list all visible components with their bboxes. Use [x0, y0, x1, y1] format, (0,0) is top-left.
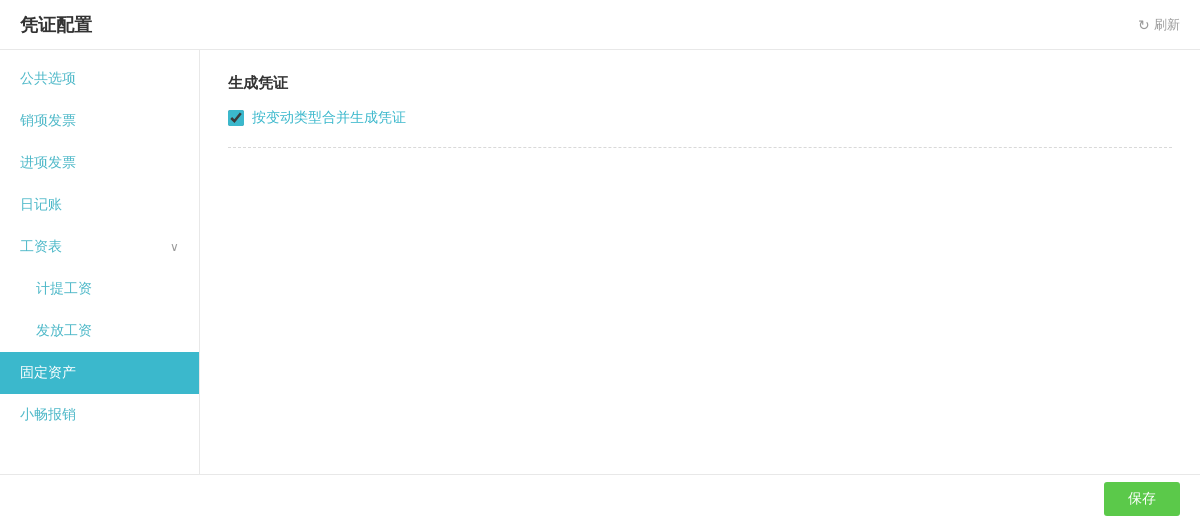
- sidebar-item-label: 公共选项: [20, 70, 76, 88]
- sidebar-item-label: 进项发票: [20, 154, 76, 172]
- sidebar-item-release-payroll[interactable]: 发放工资: [0, 310, 199, 352]
- save-button[interactable]: 保存: [1104, 482, 1180, 516]
- sidebar-item-label: 销项发票: [20, 112, 76, 130]
- refresh-button[interactable]: ↻ 刷新: [1138, 16, 1180, 34]
- sidebar-item-fixed-assets[interactable]: 固定资产: [0, 352, 199, 394]
- page-title: 凭证配置: [20, 13, 92, 37]
- refresh-icon: ↻: [1138, 17, 1150, 33]
- sidebar-item-public-options[interactable]: 公共选项: [0, 58, 199, 100]
- sidebar: 公共选项销项发票进项发票日记账工资表 ∨ 计提工资发放工资固定资产小畅报销: [0, 50, 200, 474]
- merge-by-type-checkbox[interactable]: [228, 110, 244, 126]
- page-footer: 保存: [0, 474, 1200, 522]
- sidebar-item-label: 工资表: [20, 238, 62, 256]
- main-content: 生成凭证 按变动类型合并生成凭证: [200, 50, 1200, 474]
- section-divider: [228, 147, 1172, 148]
- sidebar-item-purchase-invoice[interactable]: 进项发票: [0, 142, 199, 184]
- checkbox-row: 按变动类型合并生成凭证: [228, 109, 1172, 127]
- sidebar-item-payroll[interactable]: 工资表 ∨: [0, 226, 199, 268]
- sidebar-item-journal[interactable]: 日记账: [0, 184, 199, 226]
- sidebar-item-label: 发放工资: [36, 322, 92, 340]
- sidebar-item-label: 小畅报销: [20, 406, 76, 424]
- sidebar-item-label: 计提工资: [36, 280, 92, 298]
- sidebar-item-expense-report[interactable]: 小畅报销: [0, 394, 199, 436]
- merge-by-type-label[interactable]: 按变动类型合并生成凭证: [252, 109, 406, 127]
- sidebar-item-sales-invoice[interactable]: 销项发票: [0, 100, 199, 142]
- section-title: 生成凭证: [228, 74, 1172, 93]
- sidebar-item-label: 日记账: [20, 196, 62, 214]
- refresh-label: 刷新: [1154, 16, 1180, 34]
- page-header: 凭证配置 ↻ 刷新: [0, 0, 1200, 50]
- sidebar-item-accrual-payroll[interactable]: 计提工资: [0, 268, 199, 310]
- sidebar-item-label: 固定资产: [20, 364, 76, 382]
- main-layout: 公共选项销项发票进项发票日记账工资表 ∨ 计提工资发放工资固定资产小畅报销 生成凭证…: [0, 50, 1200, 474]
- chevron-down-icon: ∨: [170, 240, 179, 254]
